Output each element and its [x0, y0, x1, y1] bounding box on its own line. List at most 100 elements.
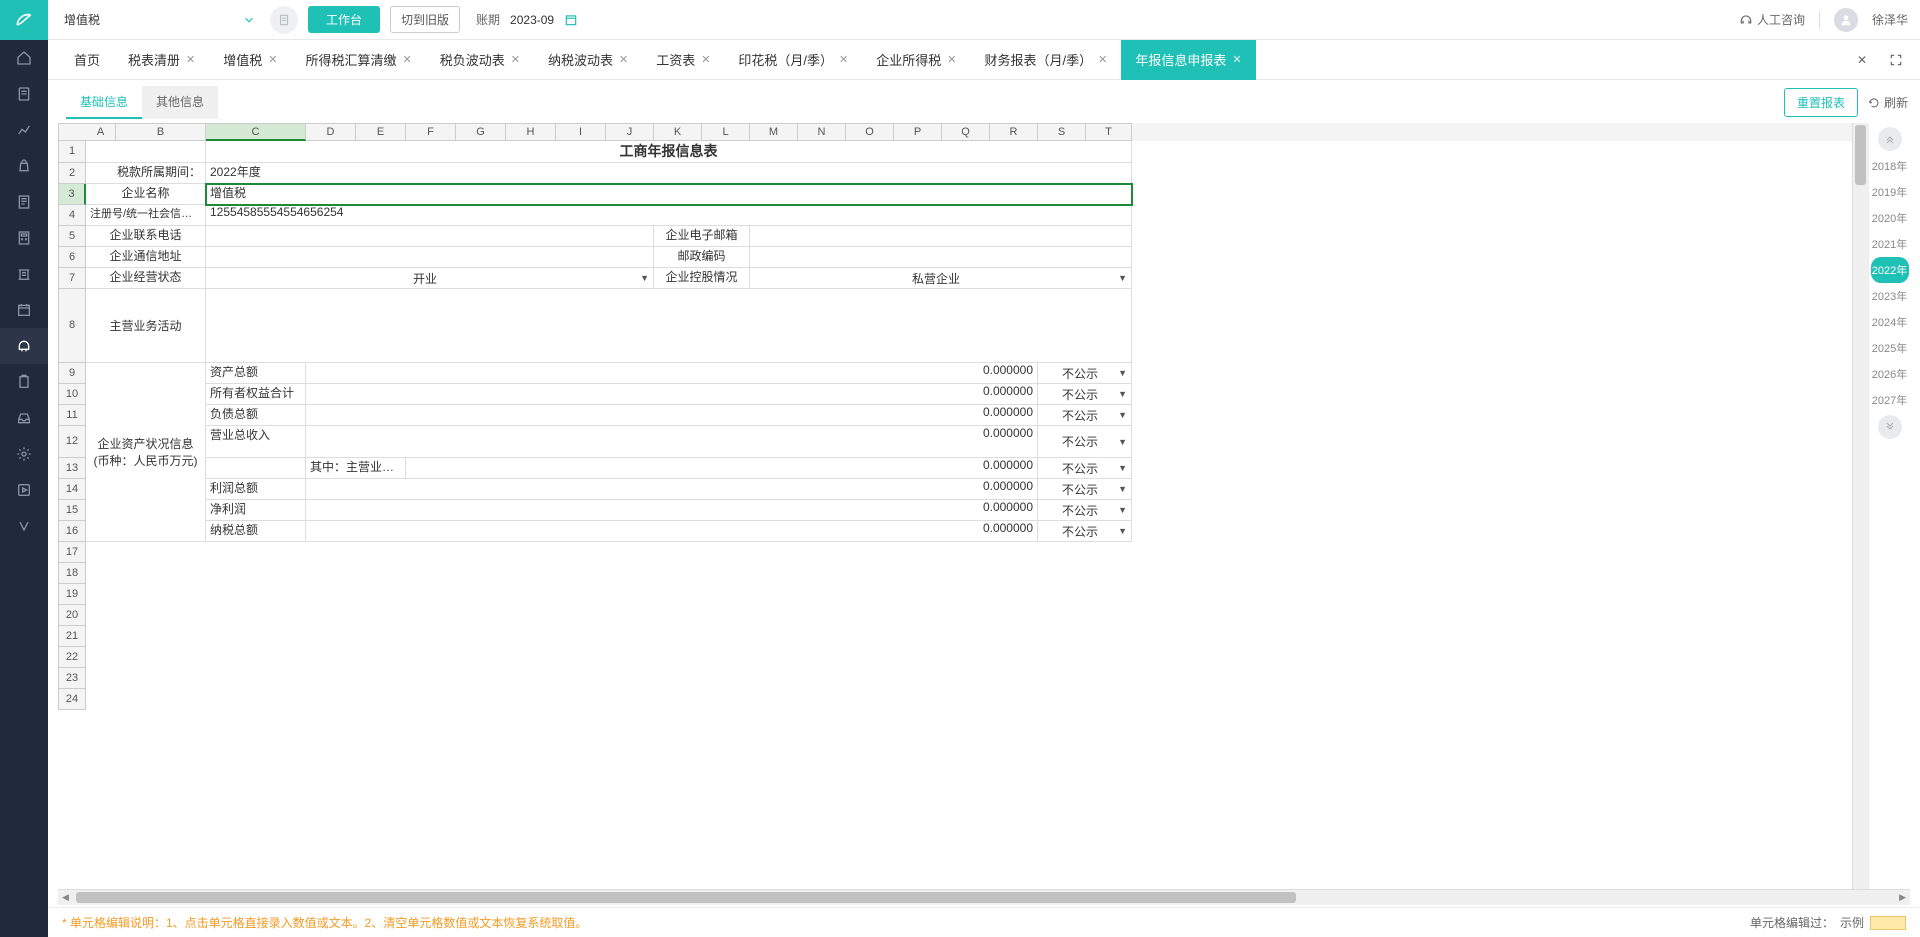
- col-header-S[interactable]: S: [1038, 123, 1086, 141]
- row-header-3[interactable]: 3: [58, 184, 86, 205]
- selected-cell[interactable]: 增值税: [206, 184, 1132, 205]
- workspace-button[interactable]: 工作台: [308, 6, 380, 33]
- refresh-button[interactable]: 刷新: [1868, 94, 1908, 111]
- spreadsheet[interactable]: ABCDEFGHIJKLMNOPQRST 1234567891011121314…: [58, 123, 1852, 889]
- tab-close-icon[interactable]: ✕: [511, 53, 520, 66]
- row-header-16[interactable]: 16: [58, 521, 86, 542]
- row-header-21[interactable]: 21: [58, 626, 86, 647]
- tab-企业所得税[interactable]: 企业所得税✕: [862, 40, 970, 80]
- row-header-19[interactable]: 19: [58, 584, 86, 605]
- fullscreen-icon[interactable]: [1884, 48, 1908, 72]
- year-2020年[interactable]: 2020年: [1871, 205, 1909, 231]
- col-header-H[interactable]: H: [506, 123, 556, 141]
- col-header-C[interactable]: C: [206, 123, 306, 141]
- tab-close-icon[interactable]: ✕: [403, 53, 412, 66]
- col-header-B[interactable]: B: [116, 123, 206, 141]
- nav-doc-icon[interactable]: [0, 76, 48, 112]
- year-2026年[interactable]: 2026年: [1871, 361, 1909, 387]
- row-header-7[interactable]: 7: [58, 268, 86, 289]
- row-header-23[interactable]: 23: [58, 668, 86, 689]
- col-header-T[interactable]: T: [1086, 123, 1132, 141]
- row-header-8[interactable]: 8: [58, 289, 86, 363]
- nav-calendar-icon[interactable]: [0, 292, 48, 328]
- nav-home-icon[interactable]: [0, 40, 48, 76]
- subtab-other[interactable]: 其他信息: [142, 86, 218, 119]
- company-selector[interactable]: 增值税: [60, 11, 260, 28]
- calendar-icon[interactable]: [564, 13, 578, 27]
- col-header-O[interactable]: O: [846, 123, 894, 141]
- row-header-2[interactable]: 2: [58, 163, 86, 184]
- tab-税负波动表[interactable]: 税负波动表✕: [426, 40, 534, 80]
- col-header-D[interactable]: D: [306, 123, 356, 141]
- row-header-17[interactable]: 17: [58, 542, 86, 563]
- row-header-9[interactable]: 9: [58, 363, 86, 384]
- row-header-15[interactable]: 15: [58, 500, 86, 521]
- col-header-F[interactable]: F: [406, 123, 456, 141]
- row-header-5[interactable]: 5: [58, 226, 86, 247]
- col-header-I[interactable]: I: [556, 123, 606, 141]
- consult-link[interactable]: 人工咨询: [1739, 11, 1805, 28]
- tab-close-icon[interactable]: ✕: [1232, 53, 1241, 66]
- round-doc-button[interactable]: [270, 6, 298, 34]
- subtab-basic[interactable]: 基础信息: [66, 86, 142, 119]
- tab-印花税（月/季）[interactable]: 印花税（月/季）✕: [724, 40, 862, 80]
- col-header-M[interactable]: M: [750, 123, 798, 141]
- horizontal-scrollbar[interactable]: ◀ ▶: [58, 889, 1910, 905]
- col-header-Q[interactable]: Q: [942, 123, 990, 141]
- tab-工资表[interactable]: 工资表✕: [642, 40, 724, 80]
- user-avatar[interactable]: [1834, 8, 1858, 32]
- col-header-K[interactable]: K: [654, 123, 702, 141]
- row-header-12[interactable]: 12: [58, 426, 86, 458]
- row-header-20[interactable]: 20: [58, 605, 86, 626]
- tab-close-icon[interactable]: ✕: [619, 53, 628, 66]
- year-2019年[interactable]: 2019年: [1871, 179, 1909, 205]
- nav-page-icon[interactable]: [0, 184, 48, 220]
- row-header-22[interactable]: 22: [58, 647, 86, 668]
- row-header-11[interactable]: 11: [58, 405, 86, 426]
- year-up-icon[interactable]: [1878, 127, 1902, 151]
- tab-增值税[interactable]: 增值税✕: [209, 40, 291, 80]
- switch-old-button[interactable]: 切到旧版: [390, 6, 460, 33]
- col-header-R[interactable]: R: [990, 123, 1038, 141]
- tab-close-icon[interactable]: ✕: [186, 53, 195, 66]
- reset-report-button[interactable]: 重置报表: [1784, 88, 1858, 117]
- row-header-10[interactable]: 10: [58, 384, 86, 405]
- tab-close-icon[interactable]: ✕: [839, 53, 848, 66]
- year-2025年[interactable]: 2025年: [1871, 335, 1909, 361]
- row-header-14[interactable]: 14: [58, 479, 86, 500]
- col-header-J[interactable]: J: [606, 123, 654, 141]
- tab-所得税汇算清缴[interactable]: 所得税汇算清缴✕: [291, 40, 425, 80]
- nav-v-icon[interactable]: [0, 508, 48, 544]
- nav-building-icon[interactable]: [0, 256, 48, 292]
- tab-税表清册[interactable]: 税表清册✕: [114, 40, 209, 80]
- row-header-1[interactable]: 1: [58, 141, 86, 163]
- year-2023年[interactable]: 2023年: [1871, 283, 1909, 309]
- col-header-G[interactable]: G: [456, 123, 506, 141]
- tab-close-icon[interactable]: ✕: [268, 53, 277, 66]
- tab-close-icon[interactable]: ✕: [947, 53, 956, 66]
- year-2024年[interactable]: 2024年: [1871, 309, 1909, 335]
- year-down-icon[interactable]: [1878, 415, 1902, 439]
- col-header-L[interactable]: L: [702, 123, 750, 141]
- nav-bag-icon[interactable]: [0, 148, 48, 184]
- nav-calc-icon[interactable]: [0, 220, 48, 256]
- year-2021年[interactable]: 2021年: [1871, 231, 1909, 257]
- horizontal-scrollbar-thumb[interactable]: [76, 892, 1296, 903]
- tab-close-icon[interactable]: ✕: [701, 53, 710, 66]
- nav-clip-icon[interactable]: [0, 364, 48, 400]
- row-header-4[interactable]: 4: [58, 205, 86, 226]
- nav-gear-icon[interactable]: [0, 436, 48, 472]
- col-header-E[interactable]: E: [356, 123, 406, 141]
- tab-首页[interactable]: 首页: [60, 40, 114, 80]
- tab-纳税波动表[interactable]: 纳税波动表✕: [534, 40, 642, 80]
- year-2022年[interactable]: 2022年: [1871, 257, 1909, 283]
- vertical-scrollbar[interactable]: [1852, 123, 1868, 889]
- col-header-P[interactable]: P: [894, 123, 942, 141]
- col-header-A[interactable]: A: [86, 123, 116, 141]
- col-header-N[interactable]: N: [798, 123, 846, 141]
- nav-tax-icon[interactable]: [0, 328, 48, 364]
- row-header-18[interactable]: 18: [58, 563, 86, 584]
- tab-财务报表（月/季）[interactable]: 财务报表（月/季）✕: [971, 40, 1122, 80]
- vertical-scrollbar-thumb[interactable]: [1855, 125, 1866, 185]
- nav-inbox-icon[interactable]: [0, 400, 48, 436]
